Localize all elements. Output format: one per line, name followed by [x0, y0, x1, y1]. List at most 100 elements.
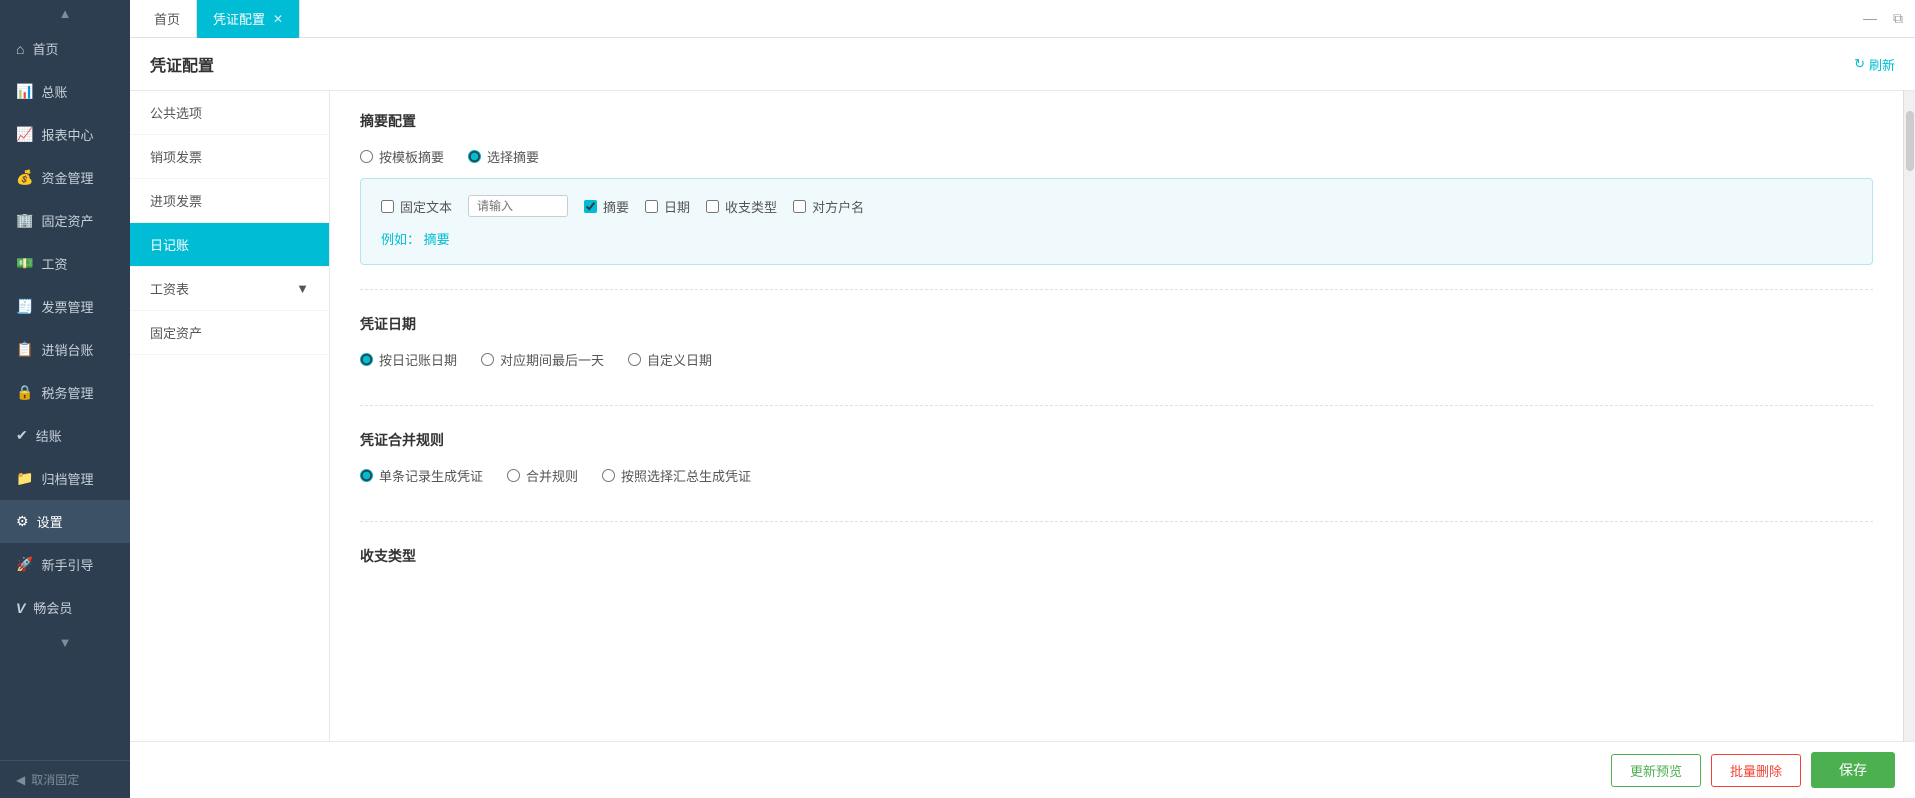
sidebar-item-home[interactable]: ⌂ 首页	[0, 27, 130, 70]
example-prefix: 例如：	[381, 232, 420, 247]
check-summary-label: 摘要	[603, 197, 629, 216]
radio-template[interactable]: 按模板摘要	[360, 147, 444, 166]
radio-custom-date-input[interactable]	[628, 353, 641, 366]
sidebar-item-funds[interactable]: 💰 资金管理	[0, 156, 130, 199]
check-date[interactable]: 日期	[645, 197, 690, 216]
assets-icon: 🏢	[16, 212, 33, 229]
summary-radio-group: 按模板摘要 选择摘要	[360, 147, 1873, 166]
left-nav-purchase-invoice[interactable]: 进项发票	[130, 179, 329, 223]
radio-select-label: 选择摘要	[487, 147, 539, 166]
tab-home[interactable]: 首页	[138, 0, 197, 38]
left-nav-purchase-invoice-label: 进项发票	[150, 191, 202, 210]
fixed-text-input[interactable]	[468, 195, 568, 217]
radio-custom-date-label: 自定义日期	[647, 350, 712, 369]
scrollbar-track[interactable]	[1903, 91, 1915, 741]
radio-merge[interactable]: 合并规则	[507, 466, 578, 485]
settings-icon: ⚙	[16, 513, 29, 530]
summary-example: 例如： 摘要	[381, 229, 1852, 248]
reports-icon: 📈	[16, 126, 33, 143]
sidebar-item-guide[interactable]: 🚀 新手引导	[0, 543, 130, 586]
summary-box: 固定文本 摘要 日期 收支类型	[360, 178, 1873, 265]
radio-custom-date[interactable]: 自定义日期	[628, 350, 712, 369]
check-summary-input[interactable]	[584, 200, 597, 213]
radio-single-input[interactable]	[360, 469, 373, 482]
left-nav-sales-invoice-label: 销项发票	[150, 147, 202, 166]
radio-select[interactable]: 选择摘要	[468, 147, 539, 166]
check-fixed-text[interactable]: 固定文本	[381, 197, 452, 216]
window-restore-icon[interactable]: ⧉	[1889, 8, 1907, 29]
check-summary[interactable]: 摘要	[584, 197, 629, 216]
update-preview-button[interactable]: 更新预览	[1611, 754, 1701, 787]
sidebar-item-settings[interactable]: ⚙ 设置	[0, 500, 130, 543]
left-nav-payroll-label: 工资表	[150, 279, 189, 298]
member-icon: V	[16, 600, 25, 616]
sidebar-item-label: 进销台账	[41, 340, 93, 359]
refresh-icon: ↻	[1854, 56, 1865, 72]
income-type-title: 收支类型	[360, 546, 1873, 566]
check-counterparty-input[interactable]	[793, 200, 806, 213]
voucher-date-radio-group: 按日记账日期 对应期间最后一天 自定义日期	[360, 350, 1873, 369]
left-nav-payroll[interactable]: 工资表 ▼	[130, 267, 329, 311]
radio-period-last-input[interactable]	[481, 353, 494, 366]
left-nav-public[interactable]: 公共选项	[130, 91, 329, 135]
tab-voucher-config[interactable]: 凭证配置 ✕	[197, 0, 300, 38]
sidebar-item-member[interactable]: V 畅会员	[0, 586, 130, 629]
sidebar-scroll-down[interactable]: ▼	[0, 629, 130, 656]
radio-select-merge[interactable]: 按照选择汇总生成凭证	[602, 466, 751, 485]
scrollbar-thumb[interactable]	[1906, 111, 1914, 171]
radio-select-input[interactable]	[468, 150, 481, 163]
sidebar-item-label: 新手引导	[41, 555, 93, 574]
check-date-input[interactable]	[645, 200, 658, 213]
sidebar-item-label: 首页	[32, 39, 58, 58]
radio-journal-date-input[interactable]	[360, 353, 373, 366]
tab-home-label: 首页	[154, 9, 180, 28]
radio-journal-date-label: 按日记账日期	[379, 350, 457, 369]
summary-config-section: 摘要配置 按模板摘要 选择摘要 固定文本	[360, 111, 1873, 290]
left-nav-public-label: 公共选项	[150, 103, 202, 122]
radio-template-input[interactable]	[360, 150, 373, 163]
tab-bar-actions: — ⧉	[1859, 8, 1907, 29]
tab-bar: 首页 凭证配置 ✕ — ⧉	[130, 0, 1915, 38]
sidebar-scroll-up[interactable]: ▲	[0, 0, 130, 27]
sidebar-item-salary[interactable]: 💵 工资	[0, 242, 130, 285]
refresh-button[interactable]: ↻ 刷新	[1854, 55, 1895, 74]
radio-merge-label: 合并规则	[526, 466, 578, 485]
check-date-label: 日期	[664, 197, 690, 216]
refresh-label: 刷新	[1869, 55, 1895, 74]
tax-icon: 🔒	[16, 384, 33, 401]
left-nav-journal[interactable]: 日记账	[130, 223, 329, 267]
left-nav-fixed-assets-label: 固定资产	[150, 323, 202, 342]
invoice-mgmt-icon: 🧾	[16, 298, 33, 315]
radio-merge-input[interactable]	[507, 469, 520, 482]
sidebar-item-sales-ledger[interactable]: 📋 进销台账	[0, 328, 130, 371]
sidebar-item-assets[interactable]: 🏢 固定资产	[0, 199, 130, 242]
sidebar-item-label: 固定资产	[41, 211, 93, 230]
check-payment-type[interactable]: 收支类型	[706, 197, 777, 216]
check-fixed-text-input[interactable]	[381, 200, 394, 213]
radio-select-merge-label: 按照选择汇总生成凭证	[621, 466, 751, 485]
radio-single-label: 单条记录生成凭证	[379, 466, 483, 485]
sidebar: ▲ ⌂ 首页 📊 总账 📈 报表中心 💰 资金管理 🏢 固定资产 💵 工资 🧾 …	[0, 0, 130, 798]
sidebar-item-invoice-mgmt[interactable]: 🧾 发票管理	[0, 285, 130, 328]
sidebar-item-reports[interactable]: 📈 报表中心	[0, 113, 130, 156]
save-button[interactable]: 保存	[1811, 752, 1895, 788]
radio-select-merge-input[interactable]	[602, 469, 615, 482]
salary-icon: 💵	[16, 255, 33, 272]
left-nav-sales-invoice[interactable]: 销项发票	[130, 135, 329, 179]
cancel-pin-button[interactable]: ◀ 取消固定	[0, 760, 130, 798]
tab-close-icon[interactable]: ✕	[273, 12, 283, 26]
sidebar-item-label: 报表中心	[41, 125, 93, 144]
radio-journal-date[interactable]: 按日记账日期	[360, 350, 457, 369]
sidebar-item-settle[interactable]: ✔ 结账	[0, 414, 130, 457]
window-minimize-icon[interactable]: —	[1859, 8, 1881, 29]
voucher-date-title: 凭证日期	[360, 314, 1873, 334]
left-nav-fixed-assets[interactable]: 固定资产	[130, 311, 329, 355]
batch-delete-button[interactable]: 批量删除	[1711, 754, 1801, 787]
check-payment-type-input[interactable]	[706, 200, 719, 213]
radio-single[interactable]: 单条记录生成凭证	[360, 466, 483, 485]
sidebar-item-archive[interactable]: 📁 归档管理	[0, 457, 130, 500]
check-counterparty[interactable]: 对方户名	[793, 197, 864, 216]
sidebar-item-ledger[interactable]: 📊 总账	[0, 70, 130, 113]
sidebar-item-tax[interactable]: 🔒 税务管理	[0, 371, 130, 414]
radio-period-last[interactable]: 对应期间最后一天	[481, 350, 604, 369]
